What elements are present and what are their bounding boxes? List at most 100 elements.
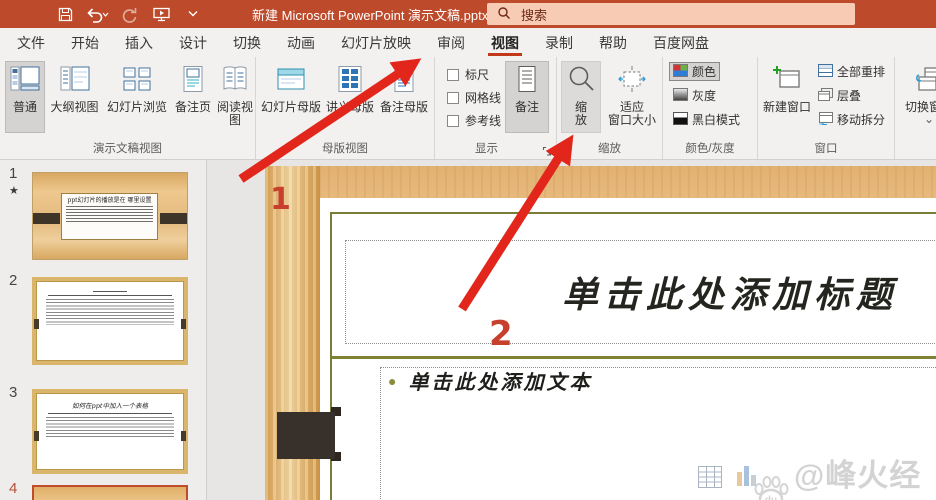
grayscale-label: 灰度 (692, 89, 717, 103)
slide-1-scroll-bar-left (33, 213, 60, 224)
svg-text:du: du (765, 495, 777, 500)
grayscale-icon (673, 87, 688, 104)
baidu-paw-icon: du (750, 473, 792, 500)
title-placeholder[interactable]: 单击此处添加标题 (345, 240, 936, 344)
color-mode-icon (673, 63, 688, 80)
fit-to-window-button[interactable]: 适应 窗口大小 (605, 61, 659, 133)
move-split-label: 移动拆分 (837, 113, 886, 127)
tab-help[interactable]: 帮助 (586, 28, 640, 57)
slide-2-body-lines (46, 299, 174, 325)
slide-1-title: ppt幻灯片的播放是在 哪里设置 (67, 197, 152, 204)
slide-2-scroll-tab-right (181, 319, 186, 329)
tab-slideshow[interactable]: 幻灯片放映 (328, 28, 424, 57)
tab-insert[interactable]: 插入 (112, 28, 166, 57)
slide-3-thumbnail[interactable]: 如何在ppt中加入一个表格 (32, 389, 188, 474)
arrange-all-label: 全部重排 (837, 65, 886, 79)
watermark: du @峰火经验 (750, 450, 936, 500)
gridlines-label: 网格线 (465, 91, 502, 105)
slide-3-number: 3 (9, 384, 18, 401)
switch-windows-button[interactable]: 切换窗口 ⌄ (901, 61, 936, 133)
handout-master-button[interactable]: 讲义母版 (324, 61, 376, 133)
color-mode-label: 颜色 (692, 65, 717, 79)
zoom-magnifier-icon (566, 65, 596, 98)
tab-review[interactable]: 审阅 (424, 28, 478, 57)
notes-page-button[interactable]: 备注页 (172, 61, 214, 133)
tab-design[interactable]: 设计 (166, 28, 220, 57)
content-placeholder-icons (698, 462, 758, 493)
black-white-button[interactable]: 黑白模式 (669, 110, 744, 129)
slide-4-thumbnail-selected[interactable] (32, 485, 188, 500)
new-window-label: 新建窗口 (763, 100, 812, 114)
save-icon[interactable] (52, 3, 78, 25)
group-label-show: 显示 (475, 143, 498, 155)
slide-master-button[interactable]: 幻灯片母版 (260, 61, 322, 133)
switch-windows-icon (913, 65, 936, 98)
normal-view-icon (9, 65, 41, 98)
fit-to-window-label: 适应 窗口大小 (607, 100, 656, 127)
body-placeholder-line: ● 单击此处添加文本 (388, 366, 592, 395)
normal-view-button[interactable]: 普通 (5, 61, 45, 133)
show-dialog-launcher-icon[interactable] (542, 144, 553, 156)
tab-view[interactable]: 视图 (478, 28, 532, 57)
move-split-button[interactable]: 移动拆分 (814, 110, 889, 129)
arrange-all-button[interactable]: 全部重排 (814, 62, 889, 81)
guides-checkbox[interactable]: 参考线 (447, 112, 501, 129)
reading-view-label: 阅读视图 (217, 100, 254, 127)
search-box[interactable]: 搜索 (487, 3, 855, 25)
undo-icon[interactable] (84, 3, 110, 25)
search-icon (497, 6, 511, 23)
body-placeholder-text: 单击此处添加文本 (408, 370, 593, 394)
ruler-checkbox[interactable]: 标尺 (447, 66, 489, 83)
handout-master-icon (336, 65, 364, 98)
tab-animations[interactable]: 动画 (274, 28, 328, 57)
slide-1-text-box: ppt幻灯片的播放是在 哪里设置 (61, 193, 158, 240)
black-white-icon (673, 111, 688, 128)
slide-master-icon (275, 65, 307, 98)
notes-page-icon (180, 65, 206, 98)
group-label-window: 窗口 (814, 143, 838, 155)
gridlines-checkbox[interactable]: 网格线 (447, 89, 501, 106)
ribbon: 普通 大纲视图 幻灯片浏览 备注页 阅读视图 演示文稿视图 幻灯片母版 讲义母版 (0, 57, 936, 160)
reading-view-button[interactable]: 阅读视图 (216, 61, 254, 133)
cascade-label: 层叠 (837, 89, 862, 103)
slide-3-divider-line (48, 413, 172, 414)
outline-view-label: 大纲视图 (50, 100, 99, 114)
notes-label: 备注 (514, 100, 539, 114)
cascade-button[interactable]: 层叠 (814, 86, 865, 105)
group-color-grayscale: 颜色 灰度 黑白模式 颜色/灰度 (663, 57, 758, 159)
slide-2-number: 2 (9, 272, 18, 289)
slide-sorter-button[interactable]: 幻灯片浏览 (104, 61, 170, 133)
slide-sorter-label: 幻灯片浏览 (106, 100, 167, 114)
group-master-views: 幻灯片母版 讲义母版 备注母版 母版视图 (256, 57, 435, 159)
insert-table-icon[interactable] (698, 466, 722, 493)
tab-baidu-netdisk[interactable]: 百度网盘 (640, 28, 722, 57)
redo-icon[interactable] (116, 3, 142, 25)
main-area: 1 ★ ppt幻灯片的播放是在 哪里设置 2 3 如何在ppt中加入一个表格 4… (0, 160, 936, 500)
arrange-all-icon (818, 63, 833, 80)
slide-1-number: 1 (9, 165, 18, 182)
black-white-label: 黑白模式 (692, 113, 741, 127)
customize-qat-chevron-icon[interactable] (180, 3, 206, 25)
outline-view-button[interactable]: 大纲视图 (47, 61, 102, 133)
group-show: 标尺 网格线 参考线 备注 显示 (435, 57, 557, 159)
grayscale-button[interactable]: 灰度 (669, 86, 720, 105)
start-slideshow-icon[interactable] (148, 3, 174, 25)
slide-2-scroll-tab-left (34, 319, 39, 329)
new-window-button[interactable]: 新建窗口 (762, 61, 812, 133)
notes-button[interactable]: 备注 (505, 61, 549, 133)
zoom-button[interactable]: 缩放 (561, 61, 601, 133)
tab-record[interactable]: 录制 (532, 28, 586, 57)
tab-home[interactable]: 开始 (58, 28, 112, 57)
slide-2-thumbnail[interactable] (32, 277, 188, 365)
tab-transitions[interactable]: 切换 (220, 28, 274, 57)
zoom-label: 缩放 (574, 100, 587, 127)
reading-view-icon (220, 65, 250, 98)
slide-3-scroll-tab-left (34, 431, 39, 441)
notes-master-button[interactable]: 备注母版 (378, 61, 430, 133)
color-mode-button[interactable]: 颜色 (669, 62, 721, 81)
tab-file[interactable]: 文件 (4, 28, 58, 57)
slide-sorter-icon (121, 65, 153, 98)
ruler-checkbox-box (447, 68, 459, 81)
slide-1-thumbnail[interactable]: ppt幻灯片的播放是在 哪里设置 (32, 172, 188, 260)
scroll-handle (277, 412, 335, 459)
